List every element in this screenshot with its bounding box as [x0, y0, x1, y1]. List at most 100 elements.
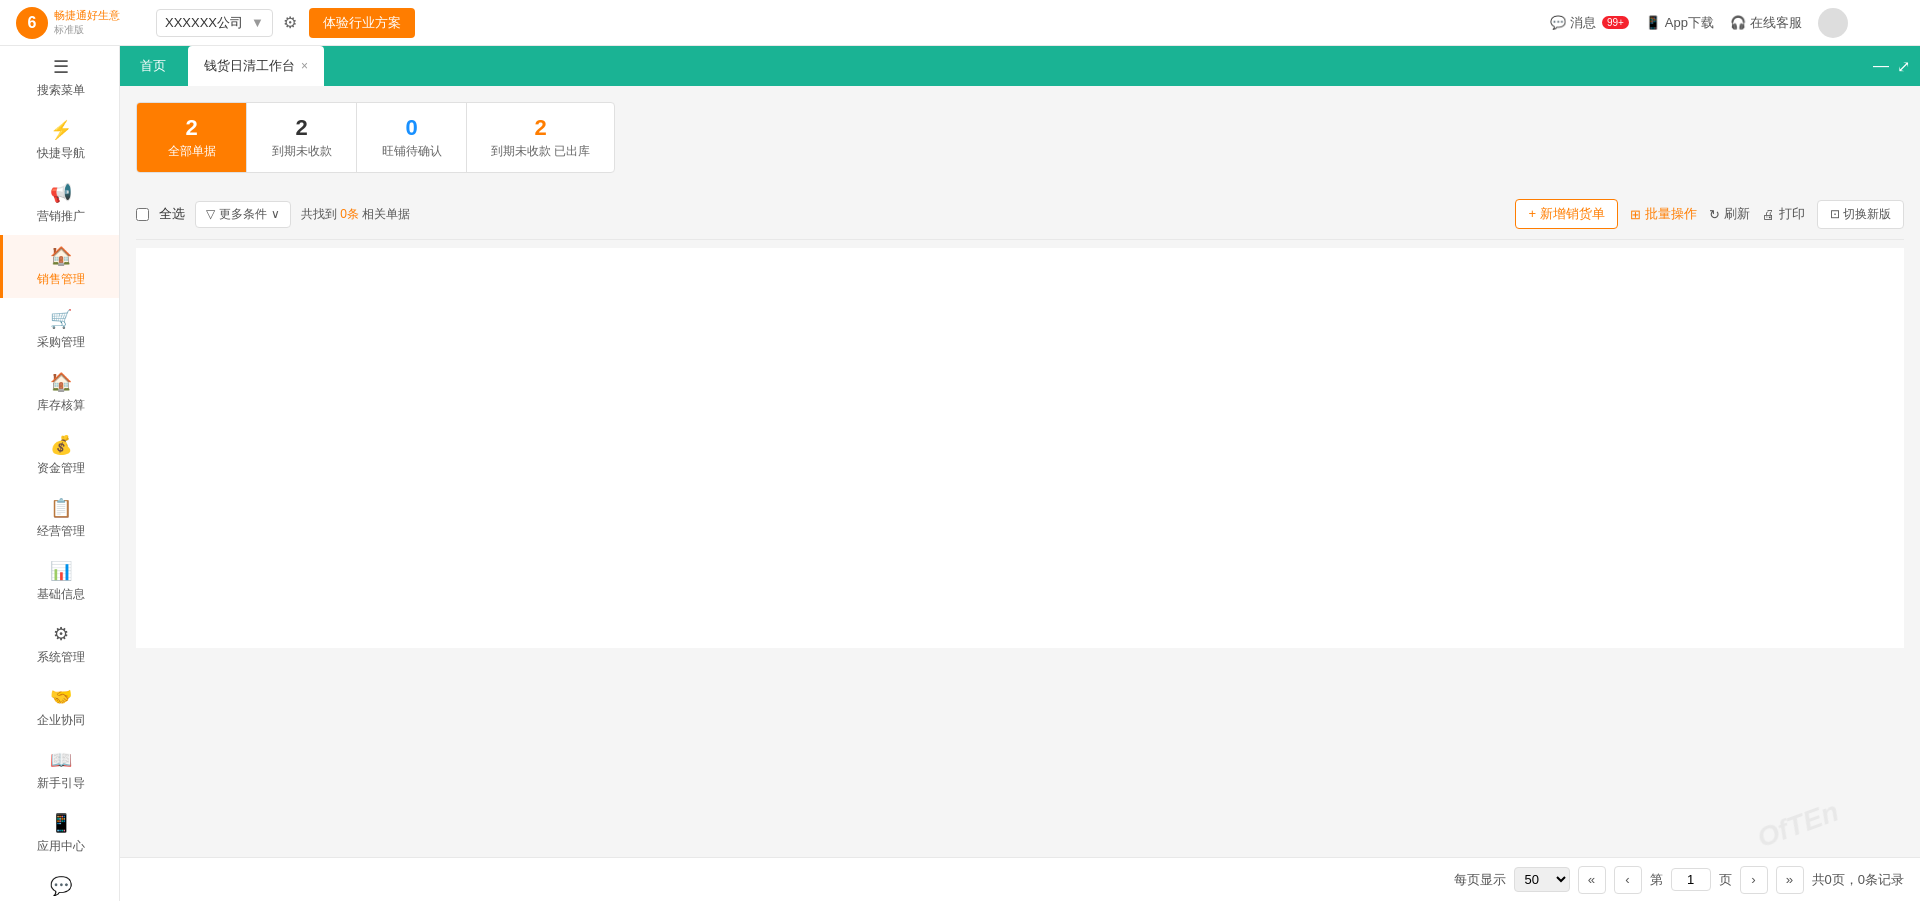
switch-version-btn[interactable]: ⊡ 切换新版 [1817, 200, 1904, 229]
message-label: 消息 [1570, 14, 1596, 32]
page-input[interactable] [1671, 868, 1711, 891]
stat-shipped-label: 到期未收款 已出库 [491, 143, 590, 160]
sidebar-label-finance: 资金管理 [37, 460, 85, 477]
first-page-btn[interactable]: « [1578, 866, 1606, 894]
filter-label: 更多条件 [219, 206, 267, 223]
print-label: 打印 [1779, 205, 1805, 223]
sidebar-label-search-menu: 搜索菜单 [37, 82, 85, 99]
sidebar-item-base-info[interactable]: 📊 基础信息 [0, 550, 119, 613]
stat-wangpu[interactable]: 0 旺铺待确认 [357, 103, 467, 172]
logo-area: 6 畅捷通好生意 标准版 [16, 7, 136, 39]
tab-bar-actions: — ⤢ [1873, 57, 1920, 76]
sidebar-item-finance[interactable]: 💰 资金管理 [0, 424, 119, 487]
toolbar-left: 全选 ▽ 更多条件 ∨ 共找到 0条 相关单据 [136, 201, 410, 228]
top-header: 6 畅捷通好生意 标准版 XXXXXX公司 ▼ ⚙ 体验行业方案 💬 消息 99… [0, 0, 1920, 46]
sidebar-icon-base-info: 📊 [50, 560, 72, 582]
header-right: 💬 消息 99+ 📱 App下载 🎧 在线客服 [1550, 8, 1904, 38]
toolbar-right: + 新增销货单 ⊞ 批量操作 ↻ 刷新 🖨 打印 ⊡ [1515, 199, 1904, 229]
sidebar-icon-marketing: 📢 [50, 182, 72, 204]
app-download-label: App下载 [1665, 14, 1714, 32]
avatar[interactable] [1818, 8, 1848, 38]
tab-home[interactable]: 首页 [120, 46, 186, 86]
per-page-label: 每页显示 [1454, 871, 1506, 889]
next-page-btn[interactable]: › [1740, 866, 1768, 894]
sidebar-item-marketing[interactable]: 📢 营销推广 [0, 172, 119, 235]
select-all-checkbox[interactable] [136, 208, 149, 221]
company-name: XXXXXX公司 [165, 14, 243, 32]
app-version: 标准版 [54, 23, 120, 37]
sidebar-label-operation: 经营管理 [37, 523, 85, 540]
sidebar-icon-sales: 🏠 [50, 245, 72, 267]
batch-action-btn[interactable]: ⊞ 批量操作 [1630, 205, 1697, 223]
close-icon[interactable]: × [301, 59, 308, 73]
table-area [136, 248, 1904, 648]
sidebar-item-app-center[interactable]: 📱 应用中心 [0, 802, 119, 865]
online-service-label: 在线客服 [1750, 14, 1802, 32]
sidebar-icon-enterprise-wechat: 💬 [50, 875, 72, 897]
select-all-label: 全选 [159, 205, 185, 223]
stat-overdue[interactable]: 2 到期未收款 [247, 103, 357, 172]
sidebar-label-sales: 销售管理 [37, 271, 85, 288]
app-name: 畅捷通好生意 [54, 8, 120, 22]
settings-icon[interactable]: ⚙ [283, 13, 297, 32]
minimize-icon[interactable]: — [1873, 57, 1889, 75]
sidebar-item-cooperation[interactable]: 🤝 企业协同 [0, 676, 119, 739]
sidebar-icon-finance: 💰 [50, 434, 72, 456]
new-order-btn[interactable]: + 新增销货单 [1515, 199, 1617, 229]
sidebar: ☰ 搜索菜单 ⚡ 快捷导航 📢 营销推广 🏠 销售管理 🛒 采购管理 🏠 库存核… [0, 46, 120, 901]
chevron-icon: ∨ [271, 207, 280, 221]
sidebar-icon-operation: 📋 [50, 497, 72, 519]
service-icon: 🎧 [1730, 15, 1746, 30]
tab-label: 钱货日清工作台 [204, 57, 295, 75]
stat-shipped[interactable]: 2 到期未收款 已出库 [467, 103, 614, 172]
logo-icon: 6 [16, 7, 48, 39]
print-btn[interactable]: 🖨 打印 [1762, 205, 1805, 223]
online-service-action[interactable]: 🎧 在线客服 [1730, 14, 1802, 32]
sidebar-icon-cooperation: 🤝 [50, 686, 72, 708]
sidebar-label-guide: 新手引导 [37, 775, 85, 792]
page-label: 第 [1650, 871, 1663, 889]
found-text: 共找到 0条 相关单据 [301, 206, 410, 223]
sidebar-icon-quick-nav: ⚡ [50, 119, 72, 141]
refresh-btn[interactable]: ↻ 刷新 [1709, 205, 1750, 223]
filter-btn[interactable]: ▽ 更多条件 ∨ [195, 201, 291, 228]
sidebar-item-sales[interactable]: 🏠 销售管理 [0, 235, 119, 298]
last-page-btn[interactable]: » [1776, 866, 1804, 894]
sidebar-item-guide[interactable]: 📖 新手引导 [0, 739, 119, 802]
sidebar-label-quick-nav: 快捷导航 [37, 145, 85, 162]
company-selector[interactable]: XXXXXX公司 ▼ [156, 9, 273, 37]
download-icon: 📱 [1645, 15, 1661, 30]
per-page-select[interactable]: 50 100 200 [1514, 867, 1570, 892]
sidebar-label-system: 系统管理 [37, 649, 85, 666]
stat-all[interactable]: 2 全部单据 [137, 103, 247, 172]
industry-btn[interactable]: 体验行业方案 [309, 8, 415, 38]
user-name[interactable] [1864, 8, 1904, 38]
sidebar-item-operation[interactable]: 📋 经营管理 [0, 487, 119, 550]
switch-icon: ⊡ [1830, 207, 1840, 221]
sidebar-item-purchase[interactable]: 🛒 采购管理 [0, 298, 119, 361]
prev-page-btn[interactable]: ‹ [1614, 866, 1642, 894]
maximize-icon[interactable]: ⤢ [1897, 57, 1910, 76]
sidebar-item-search-menu[interactable]: ☰ 搜索菜单 [0, 46, 119, 109]
message-badge: 99+ [1602, 16, 1629, 29]
footer: 每页显示 50 100 200 « ‹ 第 页 › » 共0页，0条记录 [120, 857, 1920, 901]
switch-label: 切换新版 [1843, 207, 1891, 221]
stat-wangpu-label: 旺铺待确认 [381, 143, 442, 160]
app-download-action[interactable]: 📱 App下载 [1645, 14, 1714, 32]
tab-active[interactable]: 钱货日清工作台 × [188, 46, 324, 86]
stats-row: 2 全部单据 2 到期未收款 0 旺铺待确认 2 到期未收款 已出库 [136, 102, 615, 173]
batch-icon: ⊞ [1630, 207, 1641, 222]
sidebar-item-quick-nav[interactable]: ⚡ 快捷导航 [0, 109, 119, 172]
sidebar-item-inventory[interactable]: 🏠 库存核算 [0, 361, 119, 424]
sidebar-label-cooperation: 企业协同 [37, 712, 85, 729]
sidebar-icon-purchase: 🛒 [50, 308, 72, 330]
refresh-icon: ↻ [1709, 207, 1720, 222]
sidebar-item-enterprise-wechat[interactable]: 💬 企业微信 [0, 865, 119, 901]
message-action[interactable]: 💬 消息 99+ [1550, 14, 1629, 32]
found-count: 0条 [340, 207, 359, 221]
layout: ☰ 搜索菜单 ⚡ 快捷导航 📢 营销推广 🏠 销售管理 🛒 采购管理 🏠 库存核… [0, 46, 1920, 901]
sidebar-icon-app-center: 📱 [50, 812, 72, 834]
sidebar-label-base-info: 基础信息 [37, 586, 85, 603]
sidebar-item-system[interactable]: ⚙ 系统管理 [0, 613, 119, 676]
toolbar: 全选 ▽ 更多条件 ∨ 共找到 0条 相关单据 + 新增销货单 ⊞ [136, 189, 1904, 240]
